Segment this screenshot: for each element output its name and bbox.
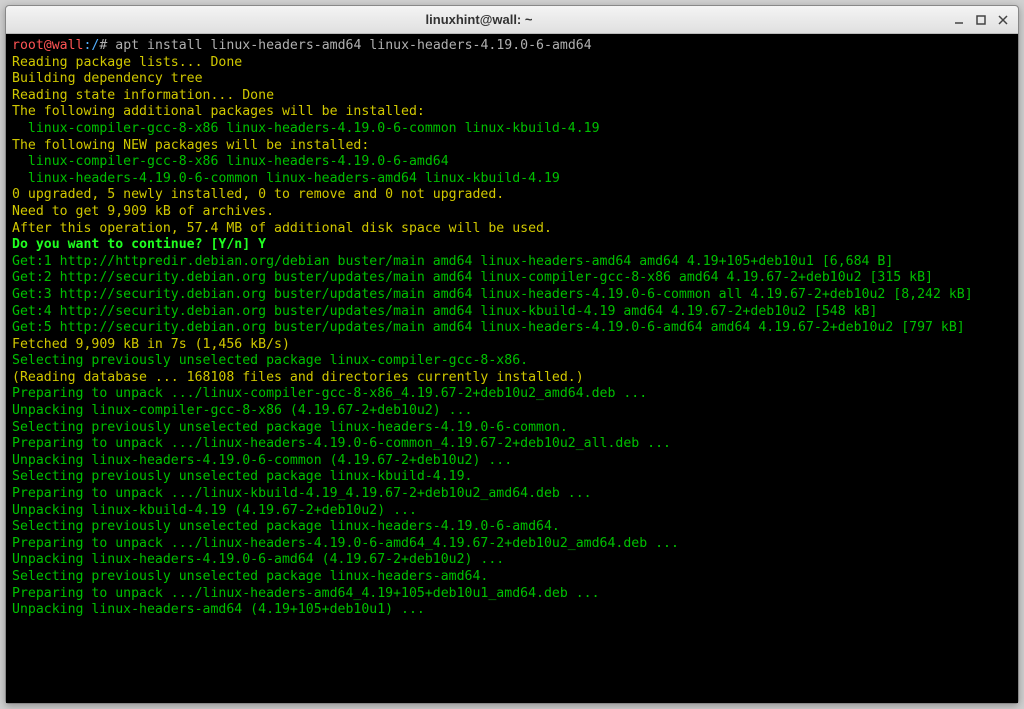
terminal-window: linuxhint@wall: ~ root@wall:/# apt insta… xyxy=(5,5,1019,704)
output-line: linux-headers-4.19.0-6-common linux-head… xyxy=(12,171,1012,188)
output-line: Unpacking linux-kbuild-4.19 (4.19.67-2+d… xyxy=(12,503,1012,520)
terminal-body[interactable]: root@wall:/# apt install linux-headers-a… xyxy=(6,34,1018,703)
output-line: Selecting previously unselected package … xyxy=(12,569,1012,586)
output-line: Get:5 http://security.debian.org buster/… xyxy=(12,320,1012,337)
output-line: Do you want to continue? [Y/n] Y xyxy=(12,237,1012,254)
minimize-button[interactable] xyxy=(950,11,968,29)
maximize-button[interactable] xyxy=(972,11,990,29)
output-line: Preparing to unpack .../linux-headers-am… xyxy=(12,586,1012,603)
output-line: Building dependency tree xyxy=(12,71,1012,88)
output-line: Preparing to unpack .../linux-compiler-g… xyxy=(12,386,1012,403)
output-line: Get:4 http://security.debian.org buster/… xyxy=(12,304,1012,321)
output-line: Selecting previously unselected package … xyxy=(12,469,1012,486)
output-line: (Reading database ... 168108 files and d… xyxy=(12,370,1012,387)
output-line: Selecting previously unselected package … xyxy=(12,353,1012,370)
output-line: linux-compiler-gcc-8-x86 linux-headers-4… xyxy=(12,154,1012,171)
output-line: 0 upgraded, 5 newly installed, 0 to remo… xyxy=(12,187,1012,204)
output-line: The following additional packages will b… xyxy=(12,104,1012,121)
output-line: Reading state information... Done xyxy=(12,88,1012,105)
output-line: Get:1 http://httpredir.debian.org/debian… xyxy=(12,254,1012,271)
output-line: The following NEW packages will be insta… xyxy=(12,138,1012,155)
titlebar[interactable]: linuxhint@wall: ~ xyxy=(6,6,1018,34)
output-line: Selecting previously unselected package … xyxy=(12,420,1012,437)
prompt-line: root@wall:/# apt install linux-headers-a… xyxy=(12,38,1012,55)
output-line: Get:2 http://security.debian.org buster/… xyxy=(12,270,1012,287)
prompt-hash: # xyxy=(99,38,115,53)
output-line: Selecting previously unselected package … xyxy=(12,519,1012,536)
output-line: Unpacking linux-headers-4.19.0-6-amd64 (… xyxy=(12,552,1012,569)
output-line: After this operation, 57.4 MB of additio… xyxy=(12,221,1012,238)
close-button[interactable] xyxy=(994,11,1012,29)
output-line: Reading package lists... Done xyxy=(12,55,1012,72)
output-line: Need to get 9,909 kB of archives. xyxy=(12,204,1012,221)
prompt-user: root@wall xyxy=(12,38,83,53)
output-line: Preparing to unpack .../linux-kbuild-4.1… xyxy=(12,486,1012,503)
command-text: apt install linux-headers-amd64 linux-he… xyxy=(115,38,591,53)
output-line: Unpacking linux-headers-4.19.0-6-common … xyxy=(12,453,1012,470)
output-line: Unpacking linux-compiler-gcc-8-x86 (4.19… xyxy=(12,403,1012,420)
output-line: Preparing to unpack .../linux-headers-4.… xyxy=(12,436,1012,453)
output-line: Get:3 http://security.debian.org buster/… xyxy=(12,287,1012,304)
output-line: Preparing to unpack .../linux-headers-4.… xyxy=(12,536,1012,553)
window-title: linuxhint@wall: ~ xyxy=(12,12,946,27)
output-line: linux-compiler-gcc-8-x86 linux-headers-4… xyxy=(12,121,1012,138)
output-line: Unpacking linux-headers-amd64 (4.19+105+… xyxy=(12,602,1012,619)
output-line: Fetched 9,909 kB in 7s (1,456 kB/s) xyxy=(12,337,1012,354)
